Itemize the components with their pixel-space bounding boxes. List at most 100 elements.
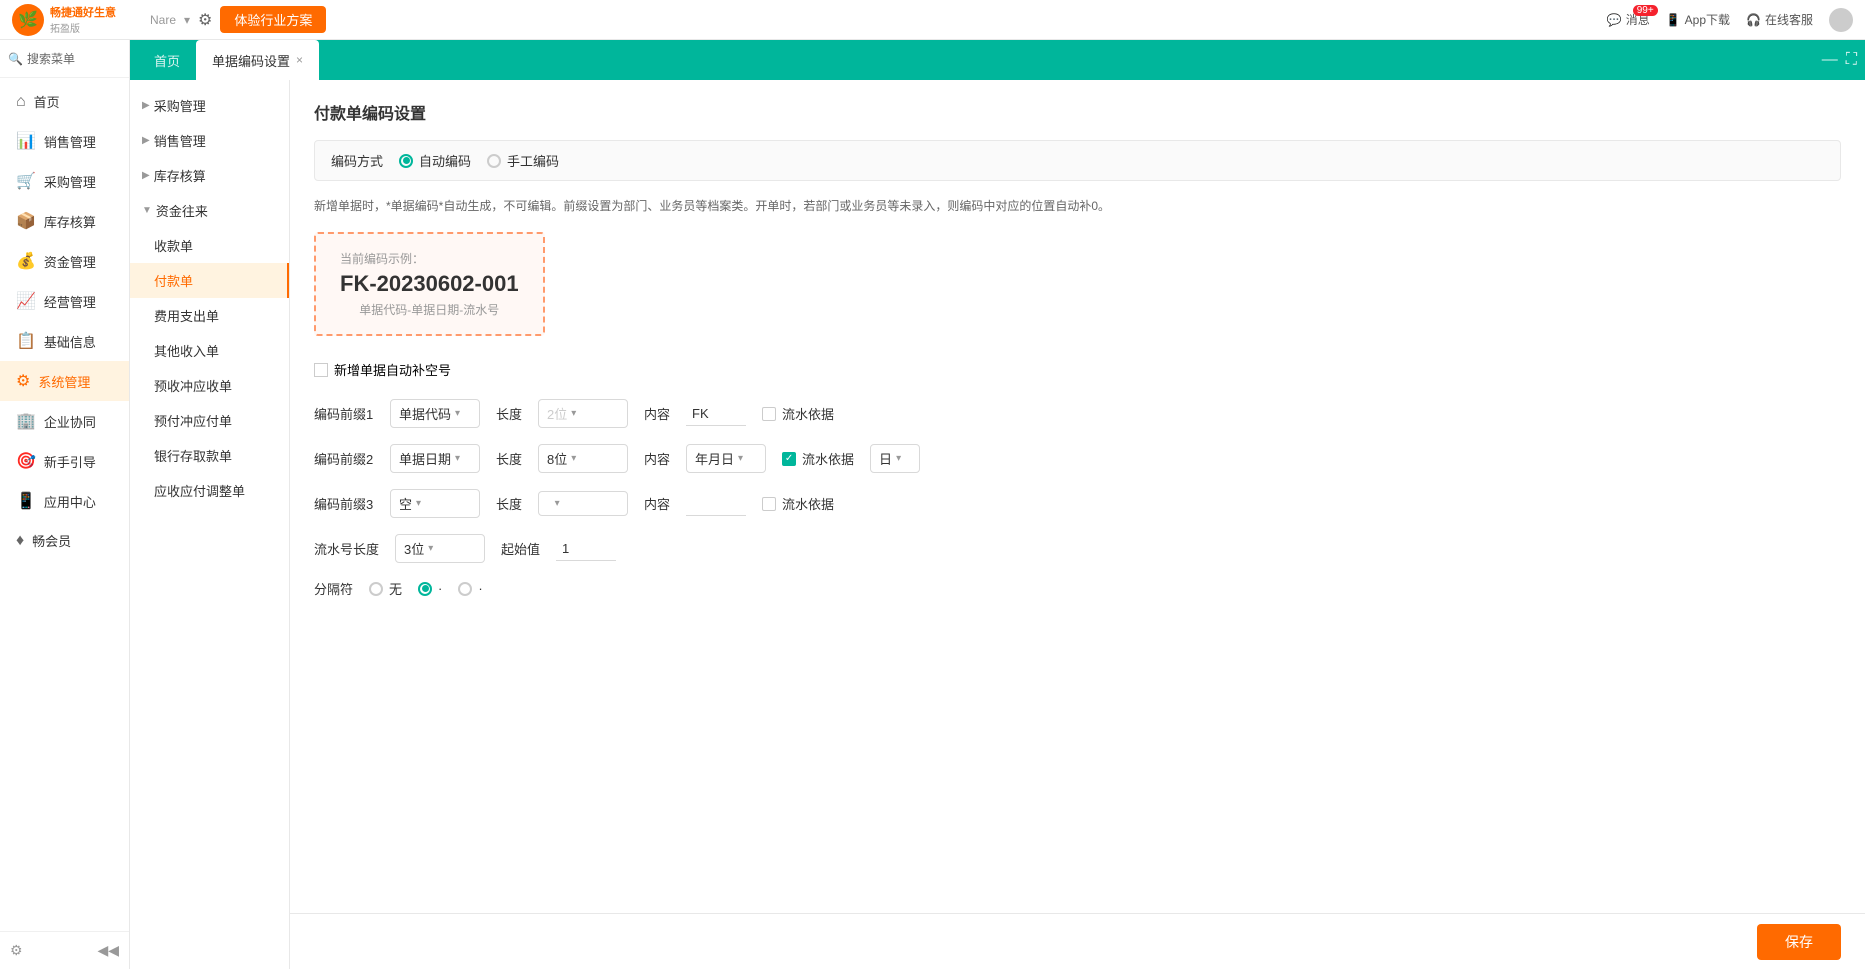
length3-select[interactable]: ▾ [538, 491, 628, 516]
second-sidebar-expenses[interactable]: 费用支出单 [130, 298, 289, 333]
radio-auto-code[interactable]: 自动编码 [399, 151, 471, 170]
settings-gear-icon[interactable]: ⚙ [198, 10, 212, 30]
separator-none[interactable]: 无 [369, 579, 402, 598]
top-bar-left: 🌿 畅捷通好生意 拓盈版 Nare ▾ ⚙ 体验行业方案 [12, 4, 1599, 36]
stream-depend3-label[interactable]: 流水依据 [762, 494, 834, 513]
guide-icon: 🎯 [16, 451, 36, 471]
sidebar-item-sales[interactable]: 📊 销售管理 [0, 121, 129, 161]
second-sidebar-payments[interactable]: 付款单 [130, 263, 289, 298]
radio-manual-code[interactable]: 手工编码 [487, 151, 559, 170]
sidebar-nav: ⌂ 首页 📊 销售管理 🛒 采购管理 📦 库存核算 💰 资金管理 [0, 78, 129, 931]
length1-select[interactable]: 2位 ▾ [538, 399, 628, 428]
length3-arrow-icon: ▾ [555, 498, 560, 509]
config-row-3: 编码前缀3 空 ▾ 长度 ▾ 内容 [314, 489, 1841, 518]
auto-fill-label: 新增单据自动补空号 [334, 360, 451, 379]
code-preview-label: 当前编码示例： [340, 250, 519, 267]
sidebar-item-system[interactable]: ⚙ 系统管理 [0, 361, 129, 401]
dropdown-arrow-icon[interactable]: ▾ [184, 13, 190, 27]
second-sidebar: ▶ 采购管理 ▶ 销售管理 ▶ 库存核算 [130, 80, 290, 969]
member-icon: ♦ [16, 532, 24, 550]
save-button[interactable]: 保存 [1757, 924, 1841, 960]
second-sidebar-ar-ap-adjust[interactable]: 应收应付调整单 [130, 473, 289, 508]
sidebar-item-operations[interactable]: 📈 经营管理 [0, 281, 129, 321]
group-purchase-header[interactable]: ▶ 采购管理 [130, 88, 289, 123]
length1-arrow-icon: ▾ [571, 408, 576, 419]
content3-input[interactable] [686, 492, 746, 516]
stream-depend1-label[interactable]: 流水依据 [762, 404, 834, 423]
page-title: 付款单编码设置 [314, 100, 1841, 124]
prefix2-label: 编码前缀2 [314, 449, 374, 468]
content2-select[interactable]: 年月日 ▾ [686, 444, 766, 473]
group-capital-header[interactable]: ▼ 资金往来 [130, 193, 289, 228]
app-download-button[interactable]: 📱 App下载 [1666, 11, 1730, 28]
second-sidebar-prepaid-payment[interactable]: 预付冲应付单 [130, 403, 289, 438]
separator-label: 分隔符 [314, 579, 353, 598]
prefix1-select[interactable]: 单据代码 ▾ [390, 399, 480, 428]
arrow-down-icon: ▼ [142, 205, 152, 216]
online-service-button[interactable]: 🎧 在线客服 [1746, 11, 1813, 28]
config-row-2: 编码前缀2 单据日期 ▾ 长度 8位 ▾ 内容 [314, 444, 1841, 473]
sidebar-item-member[interactable]: ♦ 畅会员 [0, 521, 129, 560]
second-sidebar-prepaid-receipt[interactable]: 预收冲应收单 [130, 368, 289, 403]
sidebar-item-finance[interactable]: 💰 资金管理 [0, 241, 129, 281]
search-menu[interactable]: 🔍 搜索菜单 [0, 40, 129, 78]
group-inventory-header[interactable]: ▶ 库存核算 [130, 158, 289, 193]
experience-button[interactable]: 体验行业方案 [220, 6, 326, 33]
config-row-1: 编码前缀1 单据代码 ▾ 长度 2位 ▾ 内容 [314, 399, 1841, 428]
sidebar-bottom: ⚙ ◀◀ [0, 931, 129, 969]
content1-input[interactable] [686, 402, 746, 426]
separator-dot-empty-radio [458, 582, 472, 596]
top-bar: 🌿 畅捷通好生意 拓盈版 Nare ▾ ⚙ 体验行业方案 💬 消息 99+ 📱 … [0, 0, 1865, 40]
sidebar-item-apps[interactable]: 📱 应用中心 [0, 481, 129, 521]
tab-home[interactable]: 首页 [138, 40, 196, 80]
sidebar-item-base[interactable]: 📋 基础信息 [0, 321, 129, 361]
length3-label: 长度 [496, 494, 522, 513]
tab-close-icon[interactable]: × [296, 53, 303, 67]
company-name: Nare [150, 13, 176, 27]
prefix2-select[interactable]: 单据日期 ▾ [390, 444, 480, 473]
top-bar-right: 💬 消息 99+ 📱 App下载 🎧 在线客服 [1607, 8, 1853, 32]
second-sidebar-other-income[interactable]: 其他收入单 [130, 333, 289, 368]
auto-fill-checkbox[interactable] [314, 363, 328, 377]
group-sales: ▶ 销售管理 [130, 123, 289, 158]
system-icon: ⚙ [16, 371, 30, 391]
separator-dot-filled-radio [418, 582, 432, 596]
group-sales-header[interactable]: ▶ 销售管理 [130, 123, 289, 158]
inventory-icon: 📦 [16, 211, 36, 231]
content-area: ▶ 采购管理 ▶ 销售管理 ▶ 库存核算 [130, 80, 1865, 969]
group-inventory: ▶ 库存核算 [130, 158, 289, 193]
radio-auto-circle [399, 154, 413, 168]
serial-length-arrow-icon: ▾ [428, 543, 433, 554]
sidebar-item-home[interactable]: ⌂ 首页 [0, 82, 129, 121]
sidebar-item-purchase[interactable]: 🛒 采购管理 [0, 161, 129, 201]
messages-button[interactable]: 💬 消息 99+ [1607, 11, 1650, 28]
user-avatar[interactable] [1829, 8, 1853, 32]
serial-length-select[interactable]: 3位 ▾ [395, 534, 485, 563]
collapse-icon[interactable]: ◀◀ [97, 942, 119, 959]
footer: 保存 [290, 913, 1865, 969]
radio-group-coding: 自动编码 手工编码 [399, 151, 559, 170]
length1-label: 长度 [496, 404, 522, 423]
code-preview-box: 当前编码示例： FK-20230602-001 单据代码-单据日期-流水号 [314, 232, 545, 336]
stream-depend2-label[interactable]: ✓ 流水依据 [782, 449, 854, 468]
separator-dot-filled[interactable]: · [418, 581, 442, 596]
stream-depend1-checkbox [762, 407, 776, 421]
tab-minimize-icon[interactable]: — [1822, 51, 1838, 69]
serial-start-input[interactable] [556, 537, 616, 561]
code-preview-value: FK-20230602-001 [340, 271, 519, 297]
second-sidebar-bank-deposit[interactable]: 银行存取款单 [130, 438, 289, 473]
sidebar-item-enterprise[interactable]: 🏢 企业协同 [0, 401, 129, 441]
sidebar-item-guide[interactable]: 🎯 新手引导 [0, 441, 129, 481]
length2-select[interactable]: 8位 ▾ [538, 444, 628, 473]
app-logo: 🌿 [12, 4, 44, 36]
tab-encoding[interactable]: 单据编码设置 × [196, 40, 319, 80]
second-sidebar-receipts[interactable]: 收款单 [130, 228, 289, 263]
main-content: 付款单编码设置 编码方式 自动编码 [290, 80, 1865, 913]
settings-bottom-icon[interactable]: ⚙ [10, 942, 23, 959]
stream-depend2-option[interactable]: 日 ▾ [870, 444, 920, 473]
sidebar-item-inventory[interactable]: 📦 库存核算 [0, 201, 129, 241]
operations-icon: 📈 [16, 291, 36, 311]
prefix3-select[interactable]: 空 ▾ [390, 489, 480, 518]
separator-dot-empty[interactable]: · [458, 581, 482, 596]
tab-maximize-icon[interactable]: ⛶ [1846, 51, 1857, 69]
